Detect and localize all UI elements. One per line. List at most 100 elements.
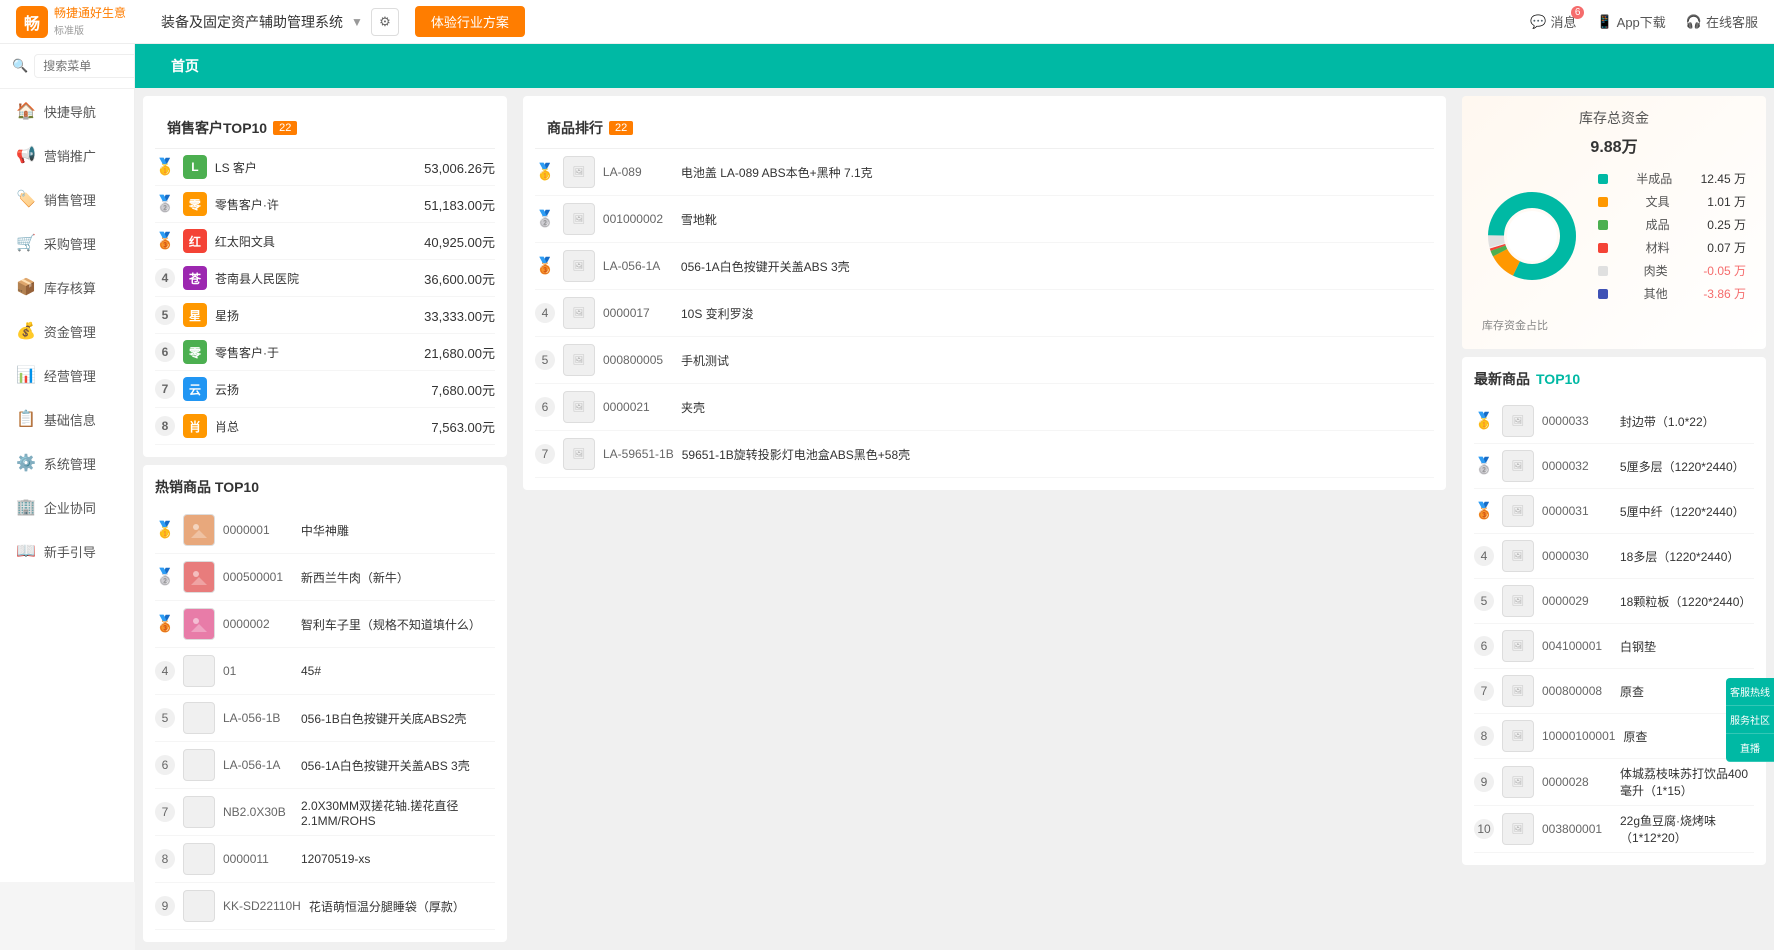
notification-btn[interactable]: 💬 消息 6: [1530, 12, 1576, 31]
hot-product-item: 6 LA-056-1A 056-1A白色按键开关盖ABS 3壳: [155, 742, 495, 789]
customer-name: 红太阳文具: [215, 233, 416, 250]
sales-icon: 🏷️: [16, 189, 36, 209]
online-service-label: 在线客服: [1706, 12, 1758, 31]
product-code: LA-056-1B: [223, 711, 293, 725]
sidebar-item-inventory[interactable]: 📦 库存核算: [0, 265, 134, 309]
search-menu-item[interactable]: 🔍: [0, 44, 134, 89]
product-code: 0000021: [603, 400, 673, 414]
new-product-thumbnail: 🖼: [1502, 813, 1534, 845]
home-tab[interactable]: 首页: [155, 48, 215, 84]
system-icon: ⚙️: [16, 453, 36, 473]
new-product-code: 0000032: [1542, 459, 1612, 473]
sidebar-label-sales: 销售管理: [44, 190, 96, 209]
product-name: 夹壳: [681, 399, 1434, 416]
product-rank-item: 🥉 🖼 LA-056-1A 056-1A白色按键开关盖ABS 3壳: [535, 243, 1434, 290]
gear-button[interactable]: ⚙: [371, 8, 399, 36]
sidebar-item-newbie[interactable]: 📖 新手引导: [0, 529, 134, 573]
float-cs-community[interactable]: 服务社区: [1726, 706, 1774, 734]
legend-category-value: 0.25 万: [1707, 216, 1746, 233]
trial-button[interactable]: 体验行业方案: [415, 6, 525, 37]
sidebar-item-operations[interactable]: 📊 经营管理: [0, 353, 134, 397]
search-input[interactable]: [34, 54, 135, 78]
product-name: 智利车子里（规格不知道填什么）: [301, 616, 495, 633]
float-cs-live[interactable]: 直播: [1726, 734, 1774, 762]
new-products-card: 最新商品 TOP10 🥇 🖼 0000033 封边带（1.0*22） 🥈 🖼 0…: [1462, 357, 1766, 865]
customer-avatar: 肖: [183, 414, 207, 438]
search-icon: 🔍: [12, 58, 28, 74]
new-product-name: 封边带（1.0*22）: [1620, 413, 1754, 430]
sidebar-item-marketing[interactable]: 📢 营销推广: [0, 133, 134, 177]
new-rank-num: 8: [1474, 726, 1494, 746]
product-name: 59651-1B旋转投影灯电池盒ABS黑色+58壳: [682, 446, 1434, 463]
new-rank-num: 10: [1474, 819, 1494, 839]
enterprise-icon: 🏢: [16, 497, 36, 517]
app-download-btn[interactable]: 📱 App下载: [1596, 12, 1665, 31]
new-medal-icon: 🥈: [1474, 456, 1494, 476]
new-product-item: 🥇 🖼 0000033 封边带（1.0*22）: [1474, 399, 1754, 444]
donut-chart: [1482, 186, 1582, 286]
customer-avatar: L: [183, 155, 207, 179]
customer-ranking-badge[interactable]: 22: [273, 121, 297, 135]
hot-product-item: 9 KK-SD22110H 花语萌恒温分腿睡袋（厚款）: [155, 883, 495, 930]
inventory-legend: 半成品 12.45 万 文具 1.01 万 成品 0.25 万 材料 0.07 …: [1598, 167, 1746, 305]
sidebar-item-purchase[interactable]: 🛒 采购管理: [0, 221, 134, 265]
sidebar-item-basic-info[interactable]: 📋 基础信息: [0, 397, 134, 441]
legend-category-name: 其他: [1614, 285, 1697, 302]
sidebar-item-sales[interactable]: 🏷️ 销售管理: [0, 177, 134, 221]
legend-category-name: 材料: [1614, 239, 1701, 256]
notification-icon: 💬: [1530, 14, 1546, 30]
hot-products-title: 热销商品 TOP10: [155, 477, 495, 497]
product-medal-icon: 🥉: [155, 614, 175, 634]
product-thumbnail: 🖼: [563, 156, 595, 188]
sidebar-item-quicknav[interactable]: 🏠 快捷导航: [0, 89, 134, 133]
sidebar-item-system[interactable]: ⚙️ 系统管理: [0, 441, 134, 485]
new-product-name: 白钢垫: [1620, 638, 1754, 655]
customer-avatar: 红: [183, 229, 207, 253]
product-rank-num: 6: [155, 755, 175, 775]
newbie-icon: 📖: [16, 541, 36, 561]
product-rank-item: 🥇 🖼 LA-089 电池盖 LA-089 ABS本色+黑种 7.1克: [535, 149, 1434, 196]
legend-color-dot: [1598, 266, 1608, 276]
donut-area: 半成品 12.45 万 文具 1.01 万 成品 0.25 万 材料 0.07 …: [1474, 159, 1754, 313]
page-header: 首页: [135, 44, 1774, 88]
topbar: 畅 畅捷通好生意 标准版 装备及固定资产辅助管理系统 ▼ ⚙ 体验行业方案 💬 …: [0, 0, 1774, 44]
new-product-thumbnail: 🖼: [1502, 766, 1534, 798]
new-medal-icon: 🥇: [1474, 411, 1494, 431]
online-service-btn[interactable]: 🎧 在线客服: [1686, 12, 1758, 31]
legend-color-dot: [1598, 220, 1608, 230]
float-cs: 客服热线 服务社区 直播: [1726, 678, 1774, 762]
sidebar-item-finance[interactable]: 💰 资金管理: [0, 309, 134, 353]
prod-medal-icon: 🥇: [535, 162, 555, 182]
legend-category-value: 12.45 万: [1701, 170, 1746, 187]
new-product-thumbnail: 🖼: [1502, 630, 1534, 662]
product-ranking-card: 商品排行 22 🥇 🖼 LA-089 电池盖 LA-089 ABS本色+黑种 7…: [523, 96, 1446, 490]
product-rank-num: 5: [155, 708, 175, 728]
product-ranking-badge[interactable]: 22: [609, 121, 633, 135]
sidebar: 🔍 🏠 快捷导航 📢 营销推广 🏷️ 销售管理 🛒 采购管理 📦 库存核算 💰 …: [0, 44, 135, 882]
marketing-icon: 📢: [16, 145, 36, 165]
product-rank-num: 7: [155, 802, 175, 822]
title-arrow-icon[interactable]: ▼: [351, 15, 363, 29]
prod-rank-num: 5: [535, 350, 555, 370]
customer-rank-item: 4 苍 苍南县人民医院 36,600.00元: [155, 260, 495, 297]
new-products-title-text: 最新商品: [1474, 369, 1530, 389]
sidebar-item-enterprise[interactable]: 🏢 企业协同: [0, 485, 134, 529]
legend-item: 肉类 -0.05 万: [1598, 259, 1746, 282]
product-code: 000500001: [223, 570, 293, 584]
customer-rank-item: 6 零 零售客户·于 21,680.00元: [155, 334, 495, 371]
customer-rank-item: 8 肖 肖总 7,563.00元: [155, 408, 495, 445]
customer-rank-item: 7 云 云扬 7,680.00元: [155, 371, 495, 408]
new-product-thumbnail: 🖼: [1502, 450, 1534, 482]
float-cs-hotline[interactable]: 客服热线: [1726, 678, 1774, 706]
legend-category-name: 文具: [1614, 193, 1701, 210]
new-product-item: 5 🖼 0000029 18颗粒板（1220*2440）: [1474, 579, 1754, 624]
product-thumbnail: [183, 843, 215, 875]
product-code: 0000001: [223, 523, 293, 537]
legend-category-name: 肉类: [1614, 262, 1697, 279]
customer-amount: 7,680.00元: [431, 380, 495, 399]
new-product-item: 8 🖼 10000100001 原查: [1474, 714, 1754, 759]
new-product-thumbnail: 🖼: [1502, 495, 1534, 527]
inventory-amount: 9.88万: [1474, 128, 1754, 159]
headset-icon: 🎧: [1686, 14, 1702, 30]
mobile-icon: 📱: [1596, 14, 1612, 30]
